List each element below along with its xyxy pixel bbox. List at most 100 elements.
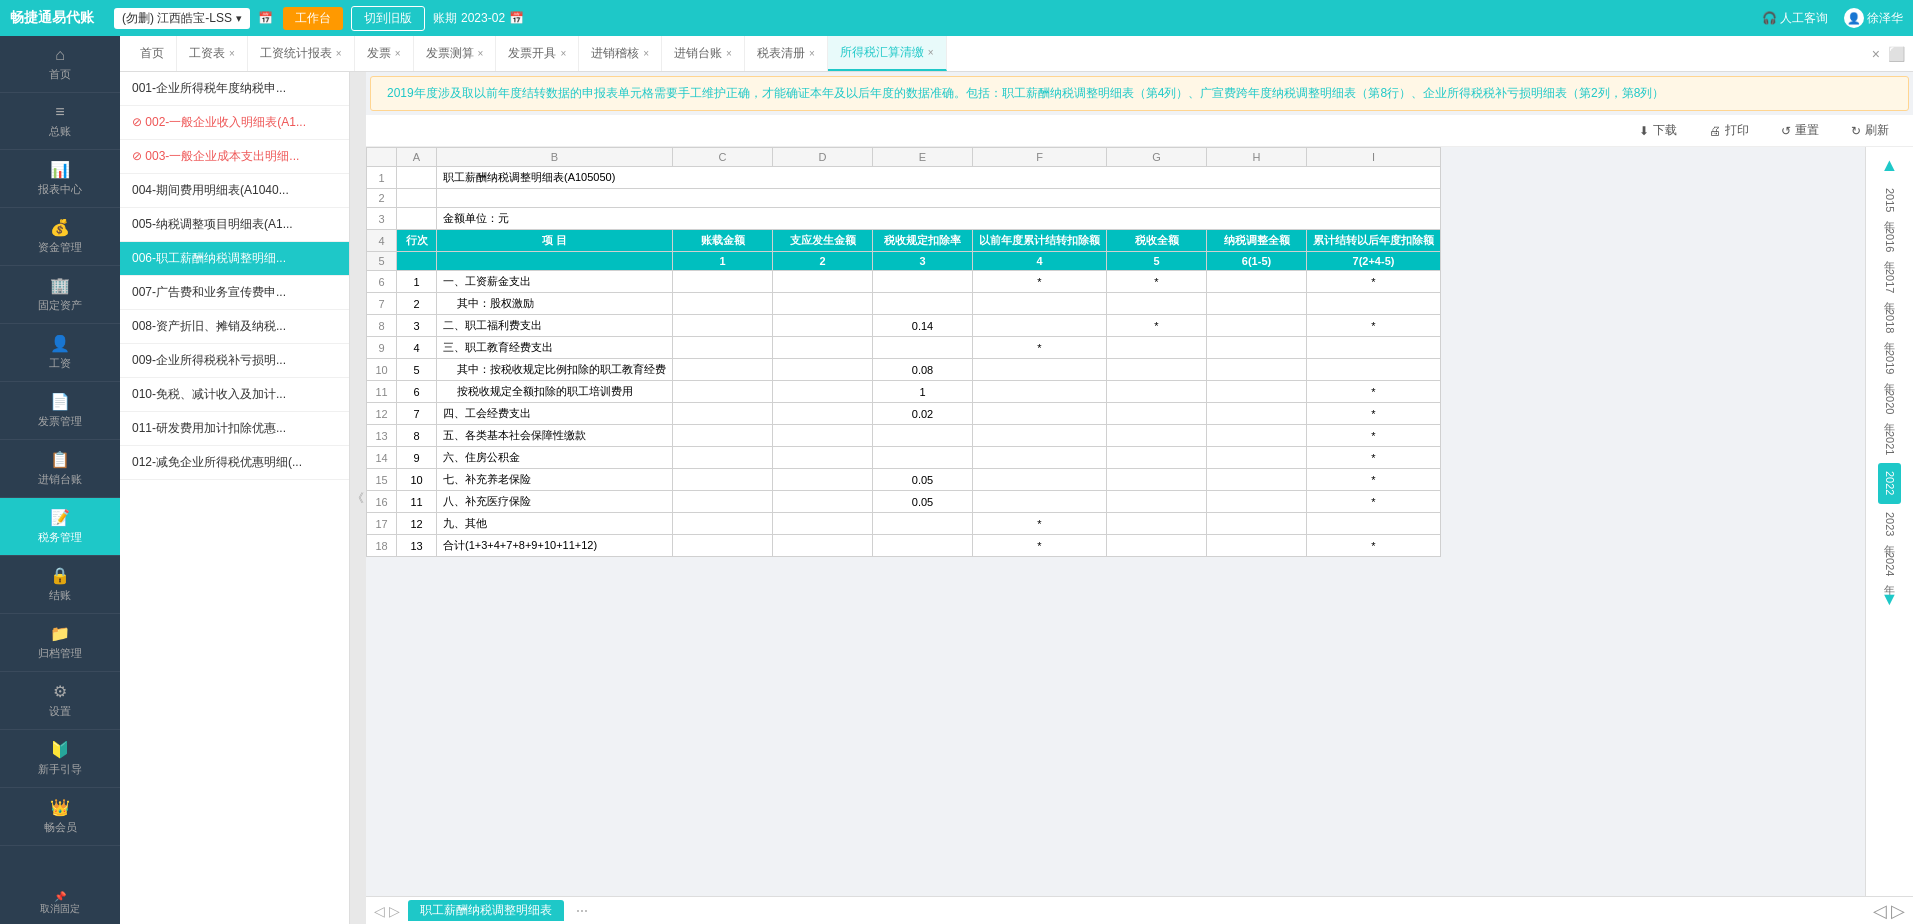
year-2019[interactable]: 2019年	[1878, 342, 1901, 382]
tab-purchase[interactable]: 进销稽核 ×	[579, 36, 662, 71]
ledger-icon: ≡	[55, 103, 64, 121]
form-list-item-001[interactable]: 001-企业所得税年度纳税申...	[120, 72, 349, 106]
year-2017[interactable]: 2017年	[1878, 261, 1901, 301]
switch-old-button[interactable]: 切到旧版	[351, 6, 425, 31]
bottom-nav-right[interactable]: ▷	[1891, 900, 1905, 922]
bottom-scroll-left[interactable]: ◁	[374, 903, 385, 919]
support-link[interactable]: 🎧 人工客询	[1762, 10, 1828, 27]
sidebar-item-member[interactable]: 👑 畅会员	[0, 788, 120, 846]
form-list-item-012[interactable]: 012-减免企业所得税优惠明细(...	[120, 446, 349, 480]
tab-maximize-icon[interactable]: ⬜	[1888, 46, 1905, 62]
col-f-header: F	[973, 148, 1107, 167]
tab-purchase-ledger[interactable]: 进销台账 ×	[662, 36, 745, 71]
user-avatar[interactable]: 👤 徐泽华	[1844, 8, 1903, 28]
sidebar-item-archive[interactable]: 📁 归档管理	[0, 614, 120, 672]
print-button[interactable]: 🖨 打印	[1701, 119, 1757, 142]
tab-close-all-icon[interactable]: ×	[1872, 46, 1880, 62]
form-list-item-010[interactable]: 010-免税、减计收入及加计...	[120, 378, 349, 412]
year-2024[interactable]: 2024年	[1878, 544, 1901, 584]
sidebar-item-salary[interactable]: 👤 工资	[0, 324, 120, 382]
period-calendar-icon[interactable]: 📅	[509, 11, 524, 25]
form-list-item-002[interactable]: ⊘ 002-一般企业收入明细表(A1...	[120, 106, 349, 140]
tab-tax-clear[interactable]: 税表清册 ×	[745, 36, 828, 71]
header-c2: 支应发生金额	[773, 230, 873, 252]
tab-close-purchase-ledger[interactable]: ×	[726, 48, 732, 59]
sidebar-item-report[interactable]: 📊 报表中心	[0, 150, 120, 208]
tab-salary[interactable]: 工资表 ×	[177, 36, 248, 71]
form-list-item-011[interactable]: 011-研发费用加计扣除优惠...	[120, 412, 349, 446]
year-nav-up[interactable]: ▲	[1877, 151, 1903, 180]
form-list-item-008[interactable]: 008-资产折旧、摊销及纳税...	[120, 310, 349, 344]
tab-salary-stat[interactable]: 工资统计报表 ×	[248, 36, 355, 71]
calendar-icon[interactable]: 📅	[258, 11, 273, 25]
form-list-item-006[interactable]: 006-职工薪酬纳税调整明细...	[120, 242, 349, 276]
collapse-panel-btn[interactable]: 《	[350, 72, 366, 924]
tab-close-income-tax[interactable]: ×	[928, 47, 934, 58]
row-num-4: 4	[367, 230, 397, 252]
tab-close-invoice-calc[interactable]: ×	[478, 48, 484, 59]
form-list-item-004[interactable]: 004-期间费用明细表(A1040...	[120, 174, 349, 208]
form-list-item-009[interactable]: 009-企业所得税税补亏损明...	[120, 344, 349, 378]
sidebar-item-sales[interactable]: 📋 进销台账	[0, 440, 120, 498]
reset-button[interactable]: ↺ 重置	[1773, 119, 1827, 142]
table-row: 6 1 一、工资薪金支出 * * *	[367, 271, 1441, 293]
year-2016[interactable]: 2016年	[1878, 220, 1901, 260]
year-2018[interactable]: 2018年	[1878, 301, 1901, 341]
tab-close-purchase[interactable]: ×	[643, 48, 649, 59]
cell-1a[interactable]	[397, 167, 437, 189]
year-2022[interactable]: 2022年	[1878, 463, 1901, 503]
tab-close-tax-clear[interactable]: ×	[809, 48, 815, 59]
content-area: 首页 工资表 × 工资统计报表 × 发票 × 发票测算 × 发票开具 × 进销稽…	[120, 36, 1913, 924]
pin-icon: 📌	[54, 891, 66, 902]
sidebar-item-guide[interactable]: 🔰 新手引导	[0, 730, 120, 788]
sidebar-item-label: 首页	[49, 67, 71, 82]
sidebar-item-invoice[interactable]: 📄 发票管理	[0, 382, 120, 440]
top-bar: 畅捷通易代账 (勿删) 江西皓宝-LSS ▾ 📅 工作台 切到旧版 账期 202…	[0, 0, 1913, 36]
year-2015[interactable]: 2015年	[1878, 180, 1901, 220]
tab-invoice[interactable]: 发票 ×	[355, 36, 414, 71]
cell-2b[interactable]	[437, 189, 1441, 208]
tab-close-invoice-open[interactable]: ×	[560, 48, 566, 59]
sidebar-item-ledger[interactable]: ≡ 总账	[0, 93, 120, 150]
year-2020[interactable]: 2020年	[1878, 382, 1901, 422]
cell-3a[interactable]	[397, 208, 437, 230]
refresh-button[interactable]: ↻ 刷新	[1843, 119, 1897, 142]
year-2021[interactable]: 2021年	[1878, 423, 1901, 463]
invoice-icon: 📄	[50, 392, 70, 411]
sales-icon: 📋	[50, 450, 70, 469]
form-list-item-005[interactable]: 005-纳税调整项目明细表(A1...	[120, 208, 349, 242]
form-list-item-007[interactable]: 007-广告费和业务宣传费申...	[120, 276, 349, 310]
sidebar-item-label: 进销台账	[38, 472, 82, 487]
report-icon: 📊	[50, 160, 70, 179]
sidebar-item-settings[interactable]: ⚙ 设置	[0, 672, 120, 730]
tab-income-tax[interactable]: 所得税汇算清缴 ×	[828, 36, 947, 71]
tab-close-salary[interactable]: ×	[229, 48, 235, 59]
spreadsheet-main[interactable]: A B C D E F G H I	[366, 147, 1865, 896]
tab-close-invoice[interactable]: ×	[395, 48, 401, 59]
bottom-scroll-right[interactable]: ▷	[389, 903, 400, 919]
workspace-button[interactable]: 工作台	[283, 7, 343, 30]
bottom-nav-left[interactable]: ◁	[1873, 900, 1887, 922]
sidebar-item-tax[interactable]: 📝 税务管理	[0, 498, 120, 556]
tab-invoice-calc[interactable]: 发票测算 ×	[414, 36, 497, 71]
year-nav-down[interactable]: ▼	[1877, 585, 1903, 614]
tab-close-salary-stat[interactable]: ×	[336, 48, 342, 59]
sidebar-item-capital[interactable]: 💰 资金管理	[0, 208, 120, 266]
sidebar-item-asset[interactable]: 🏢 固定资产	[0, 266, 120, 324]
cell-2a[interactable]	[397, 189, 437, 208]
warning-text: 2019年度涉及取以前年度结转数据的申报表单元格需要手工维护正确，才能确证本年及…	[387, 86, 1664, 100]
right-panel: 2019年度涉及取以前年度结转数据的申报表单元格需要手工维护正确，才能确证本年及…	[366, 72, 1913, 924]
tab-home[interactable]: 首页	[128, 36, 177, 71]
cancel-fixed-btn[interactable]: 📌 取消固定	[0, 883, 120, 924]
table-row: 7 2 其中：股权激励	[367, 293, 1441, 315]
download-button[interactable]: ⬇ 下载	[1631, 119, 1685, 142]
sidebar-item-label: 发票管理	[38, 414, 82, 429]
sidebar-item-close[interactable]: 🔒 结账	[0, 556, 120, 614]
company-selector[interactable]: (勿删) 江西皓宝-LSS ▾	[114, 8, 250, 29]
year-2023[interactable]: 2023年	[1878, 504, 1901, 544]
sidebar-item-home[interactable]: ⌂ 首页	[0, 36, 120, 93]
tab-invoice-open[interactable]: 发票开具 ×	[496, 36, 579, 71]
row-num-header	[367, 148, 397, 167]
form-list-item-003[interactable]: ⊘ 003-一般企业成本支出明细...	[120, 140, 349, 174]
bottom-tab-salary-adjust[interactable]: 职工薪酬纳税调整明细表	[408, 900, 564, 921]
